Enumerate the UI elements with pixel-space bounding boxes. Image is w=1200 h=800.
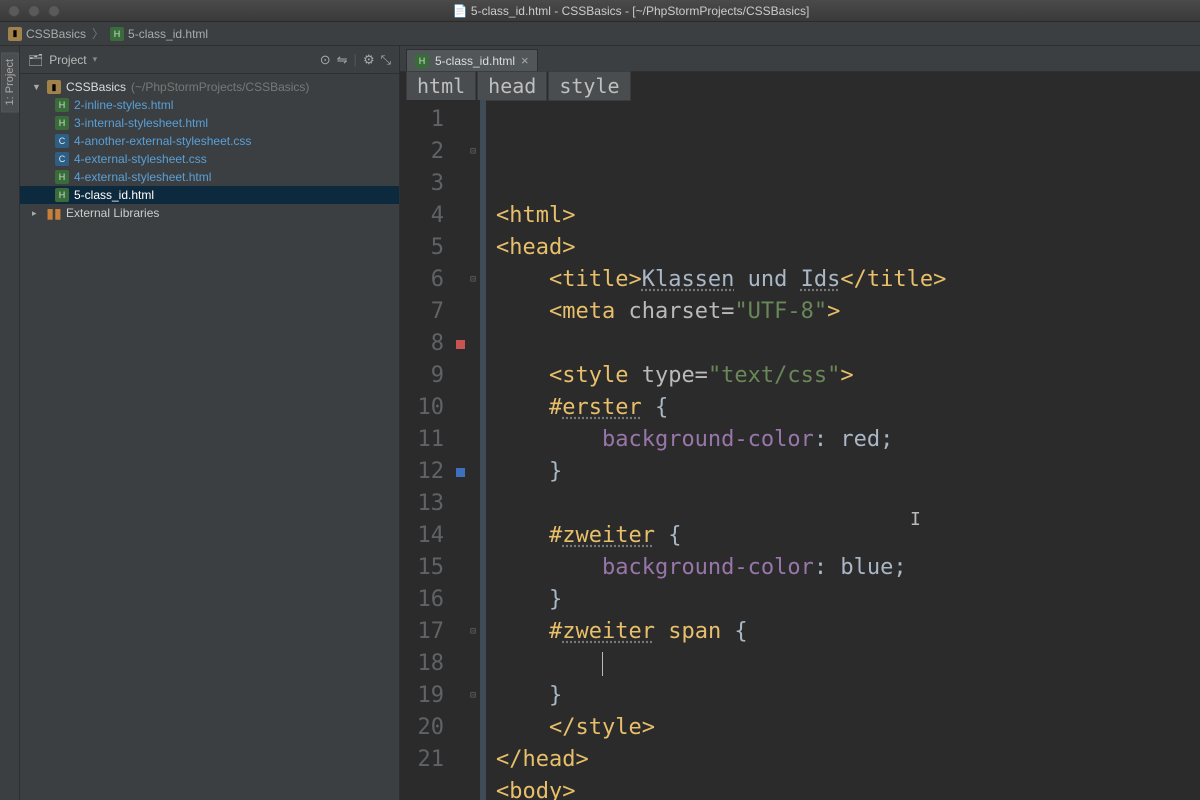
folder-icon: ▮ <box>47 80 61 94</box>
project-file-item[interactable]: H 3-internal-stylesheet.html <box>20 114 399 132</box>
close-tab-icon[interactable]: × <box>521 53 529 68</box>
breadcrumb-root[interactable]: ▮ CSSBasics <box>8 27 86 41</box>
project-root-label: CSSBasics <box>66 80 126 94</box>
code-editor[interactable]: 123456789101112131415161718192021 ⊟⊟⊟⊟ 𝙸… <box>400 100 1200 800</box>
breadcrumb-root-label: CSSBasics <box>26 27 86 41</box>
file-name-label: 4-external-stylesheet.html <box>74 170 211 184</box>
file-name-label: 3-internal-stylesheet.html <box>74 116 208 130</box>
html-file-icon: H <box>55 116 69 130</box>
project-root-node[interactable]: ▼ ▮ CSSBasics (~/PhpStormProjects/CSSBas… <box>20 78 399 96</box>
scroll-from-source-icon[interactable]: ⊙ <box>320 52 331 68</box>
hide-toolwindow-icon[interactable]: ⤡ <box>381 52 391 68</box>
project-sidebar: 🗂 Project ▾ ⊙ ⇋ | ⚙ ⤡ ▼ ▮ CSSBasics (~/P… <box>20 46 400 800</box>
project-file-item[interactable]: H 4-external-stylesheet.html <box>20 168 399 186</box>
twisty-open-icon[interactable]: ▼ <box>32 82 42 92</box>
editor-tab[interactable]: H 5-class_id.html × <box>406 49 538 71</box>
html-file-icon: H <box>110 27 124 41</box>
close-window-button[interactable] <box>8 5 20 17</box>
external-libraries-node[interactable]: ▸ ▮▮ External Libraries <box>20 204 399 222</box>
project-file-item[interactable]: C 4-external-stylesheet.css <box>20 150 399 168</box>
html-file-icon: H <box>415 54 429 68</box>
chevron-down-icon[interactable]: ▾ <box>93 54 98 65</box>
tool-window-bar: 1: Project <box>0 46 20 800</box>
window-titlebar: 📄 5-class_id.html - CSSBasics - [~/PhpSt… <box>0 0 1200 22</box>
structure-path-segment[interactable]: html <box>406 71 476 101</box>
editor-area: H 5-class_id.html × htmlheadstyle 123456… <box>400 46 1200 800</box>
project-file-item[interactable]: H 5-class_id.html <box>20 186 399 204</box>
project-file-item[interactable]: C 4-another-external-stylesheet.css <box>20 132 399 150</box>
html-file-icon: H <box>55 188 69 202</box>
project-file-item[interactable]: H 2-inline-styles.html <box>20 96 399 114</box>
chevron-right-icon: 〉 <box>92 25 104 42</box>
main-area: 1: Project 🗂 Project ▾ ⊙ ⇋ | ⚙ ⤡ ▼ ▮ CSS… <box>0 46 1200 800</box>
structure-path-segment[interactable]: style <box>548 71 630 101</box>
external-libraries-label: External Libraries <box>66 206 159 220</box>
minimize-window-button[interactable] <box>28 5 40 17</box>
traffic-lights <box>8 5 60 17</box>
css-file-icon: C <box>55 152 69 166</box>
editor-structure-path: htmlheadstyle <box>400 72 1200 100</box>
separator-icon: | <box>354 52 357 67</box>
libraries-icon: ▮▮ <box>47 206 61 220</box>
project-sidebar-header: 🗂 Project ▾ ⊙ ⇋ | ⚙ ⤡ <box>20 46 399 74</box>
file-name-label: 2-inline-styles.html <box>74 98 173 112</box>
settings-gear-icon[interactable]: ⚙ <box>363 52 375 68</box>
html-file-icon: H <box>55 98 69 112</box>
project-view-icon: 🗂 <box>28 53 43 67</box>
collapse-all-icon[interactable]: ⇋ <box>337 52 348 68</box>
project-root-path: (~/PhpStormProjects/CSSBasics) <box>131 80 309 94</box>
project-tree[interactable]: ▼ ▮ CSSBasics (~/PhpStormProjects/CSSBas… <box>20 74 399 800</box>
title-file-icon: 📄 <box>453 4 468 18</box>
css-file-icon: C <box>55 134 69 148</box>
editor-tab-label: 5-class_id.html <box>435 54 515 68</box>
zoom-window-button[interactable] <box>48 5 60 17</box>
project-view-label[interactable]: Project <box>49 53 86 67</box>
window-title-text: 5-class_id.html - CSSBasics - [~/PhpStor… <box>471 4 809 18</box>
window-title: 📄 5-class_id.html - CSSBasics - [~/PhpSt… <box>70 4 1192 18</box>
indent-guide <box>480 100 486 800</box>
folder-icon: ▮ <box>8 27 22 41</box>
breadcrumb-file[interactable]: H 5-class_id.html <box>110 27 208 41</box>
code-content[interactable]: 𝙸 <html><head> <title>Klassen und Ids</t… <box>490 100 1200 800</box>
gutter-markers <box>454 100 466 800</box>
twisty-closed-icon[interactable]: ▸ <box>32 208 42 219</box>
file-name-label: 5-class_id.html <box>74 188 154 202</box>
project-toolwindow-tab[interactable]: 1: Project <box>1 52 19 112</box>
structure-path-segment[interactable]: head <box>477 71 547 101</box>
editor-tabs: H 5-class_id.html × <box>400 46 1200 72</box>
navigation-breadcrumb: ▮ CSSBasics 〉 H 5-class_id.html <box>0 22 1200 46</box>
line-number-gutter[interactable]: 123456789101112131415161718192021 <box>400 100 454 800</box>
breadcrumb-file-label: 5-class_id.html <box>128 27 208 41</box>
file-name-label: 4-external-stylesheet.css <box>74 152 207 166</box>
fold-gutter[interactable]: ⊟⊟⊟⊟ <box>466 100 480 800</box>
file-name-label: 4-another-external-stylesheet.css <box>74 134 251 148</box>
html-file-icon: H <box>55 170 69 184</box>
